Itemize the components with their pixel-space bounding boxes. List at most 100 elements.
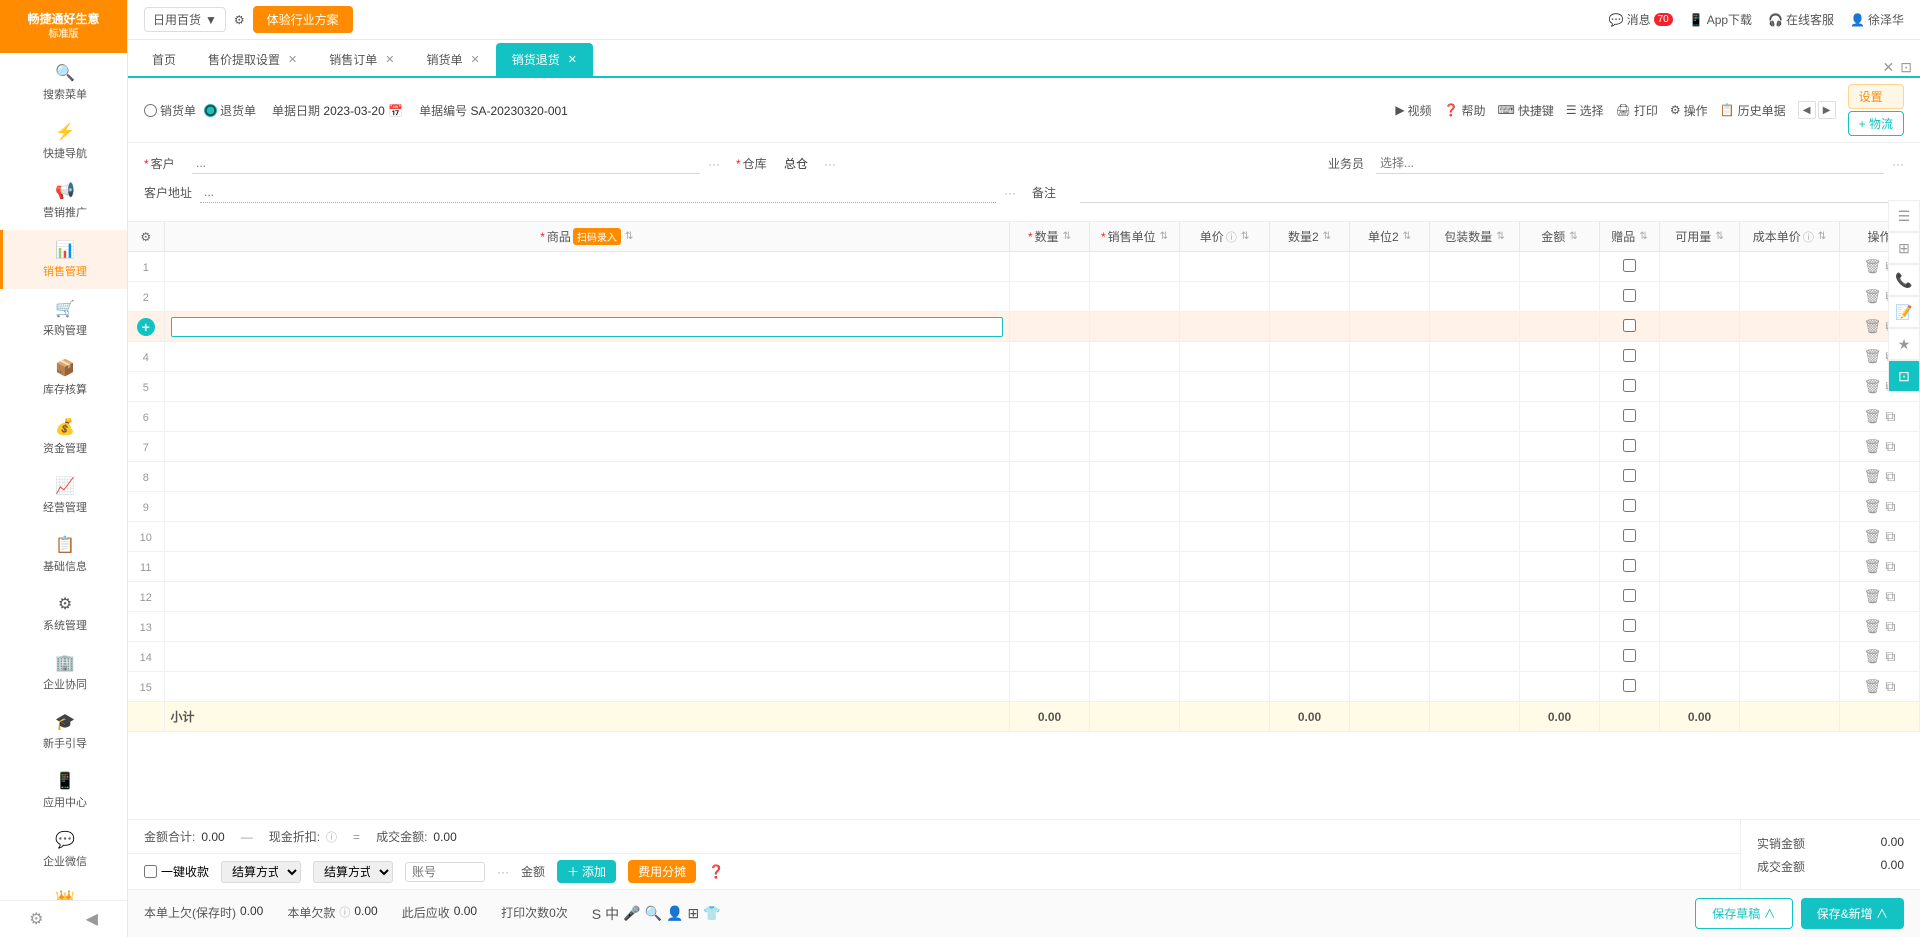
select-btn[interactable]: ☰ 选择 <box>1566 102 1604 119</box>
sidebar-item-newbie[interactable]: 🎓 新手引导 <box>0 702 127 761</box>
row-delete-btn[interactable]: 🗑 <box>1864 348 1882 364</box>
address-input[interactable] <box>200 182 996 203</box>
taskbar-search2-icon[interactable]: 🔍 <box>645 905 662 922</box>
tab-close-price[interactable]: ✕ <box>288 53 297 66</box>
row-delete-btn[interactable]: 🗑 <box>1864 648 1882 664</box>
row-copy-btn[interactable]: ⧉ <box>1885 618 1895 634</box>
tab-close-return[interactable]: ✕ <box>568 53 577 66</box>
one-key-payment-check[interactable]: 一键收款 <box>144 863 209 880</box>
debt-info-icon[interactable]: ⓘ <box>339 904 350 924</box>
sidebar-item-operation[interactable]: 📈 经营管理 <box>0 466 127 525</box>
sidebar-item-purchase[interactable]: 🛒 采购管理 <box>0 289 127 348</box>
gift-checkbox[interactable] <box>1623 319 1636 332</box>
taskbar-shirt-icon[interactable]: 👕 <box>703 905 720 922</box>
account-more-icon[interactable]: ··· <box>497 865 509 879</box>
window-close-icon[interactable]: ✕ <box>1883 59 1895 76</box>
row-delete-btn[interactable]: 🗑 <box>1864 498 1882 514</box>
payment-method-select[interactable]: 结算方式 <box>221 861 301 883</box>
gift-checkbox[interactable] <box>1623 559 1636 572</box>
sidebar-item-system[interactable]: ⚙ 系统管理 <box>0 584 127 643</box>
salesperson-more-icon[interactable]: ··· <box>1892 157 1904 171</box>
th-settings[interactable]: ⚙ <box>128 222 164 252</box>
fee-btn[interactable]: 费用分摊 <box>628 860 696 883</box>
row-delete-btn[interactable]: 🗑 <box>1864 588 1882 604</box>
sidebar-collapse-icon[interactable]: ◀ <box>86 909 98 929</box>
gift-checkbox[interactable] <box>1623 589 1636 602</box>
app-download-btn[interactable]: 📱 App下载 <box>1689 11 1752 28</box>
warehouse-more-icon[interactable]: ··· <box>824 157 836 171</box>
table-settings-icon[interactable]: ⚙ <box>140 230 151 244</box>
tab-home[interactable]: 首页 <box>136 43 192 76</box>
sidebar-item-enterprise[interactable]: 🏢 企业协同 <box>0 643 127 702</box>
settings-btn[interactable]: 设置 <box>1848 84 1904 109</box>
save-draft-btn[interactable]: 保存草稿 ∧ <box>1695 898 1792 929</box>
gift-checkbox[interactable] <box>1623 499 1636 512</box>
add-logistics-btn[interactable]: + 物流 <box>1848 111 1904 136</box>
gift-checkbox[interactable] <box>1623 529 1636 542</box>
gift-checkbox[interactable] <box>1623 259 1636 272</box>
row-copy-btn[interactable]: ⧉ <box>1885 648 1895 664</box>
prev-record-btn[interactable]: ◀ <box>1798 101 1816 119</box>
taskbar-s-icon[interactable]: S <box>592 906 601 922</box>
row-delete-btn[interactable]: 🗑 <box>1864 678 1882 694</box>
tab-sales-order[interactable]: 销售订单 ✕ <box>313 43 410 76</box>
sidebar-item-shortcut[interactable]: ⚡ 快捷导航 <box>0 112 127 171</box>
right-float-active-icon[interactable]: ⊡ <box>1888 360 1920 392</box>
row-delete-btn[interactable]: 🗑 <box>1864 618 1882 634</box>
row-copy-btn[interactable]: ⧉ <box>1885 528 1895 544</box>
customer-more-icon[interactable]: ··· <box>708 157 720 171</box>
product-input[interactable] <box>171 317 1004 337</box>
print-btn[interactable]: 🖨 打印 <box>1616 102 1658 119</box>
taskbar-person-icon[interactable]: 👤 <box>666 905 683 922</box>
sidebar-item-marketing[interactable]: 📢 营销推广 <box>0 171 127 230</box>
price-info-icon[interactable]: ⓘ <box>1226 229 1237 245</box>
row-copy-btn[interactable]: ⧉ <box>1885 408 1895 424</box>
message-btn[interactable]: 💬 消息 70 <box>1609 11 1673 28</box>
customer-input[interactable] <box>192 153 700 174</box>
date-picker-icon[interactable]: 📅 <box>388 104 403 118</box>
sidebar-item-basic[interactable]: 📋 基础信息 <box>0 525 127 584</box>
tab-price-setting[interactable]: 售价提取设置 ✕ <box>192 43 313 76</box>
sidebar-item-search[interactable]: 🔍 搜索菜单 <box>0 53 127 112</box>
row-delete-btn[interactable]: 🗑 <box>1864 408 1882 424</box>
sidebar-settings-icon[interactable]: ⚙ <box>29 909 43 929</box>
row-copy-btn[interactable]: ⧉ <box>1885 588 1895 604</box>
gift-checkbox[interactable] <box>1623 379 1636 392</box>
gift-checkbox[interactable] <box>1623 349 1636 362</box>
sidebar-item-apps[interactable]: 📱 应用中心 <box>0 761 127 820</box>
radio-sales[interactable]: 销货单 <box>144 102 196 119</box>
operation-btn[interactable]: ⚙ 操作 <box>1670 102 1708 119</box>
sidebar-item-member[interactable]: 👑 畅会员 <box>0 879 127 900</box>
module-select[interactable]: 日用百货 ▼ <box>144 7 226 32</box>
window-expand-icon[interactable]: ⊡ <box>1900 59 1912 76</box>
gift-checkbox[interactable] <box>1623 469 1636 482</box>
discount-info-icon[interactable]: ⓘ <box>326 829 337 845</box>
row-copy-btn[interactable]: ⧉ <box>1885 678 1895 694</box>
address-more-icon[interactable]: ··· <box>1004 186 1016 200</box>
row-copy-btn[interactable]: ⧉ <box>1885 558 1895 574</box>
row-copy-btn[interactable]: ⧉ <box>1885 468 1895 484</box>
user-avatar[interactable]: 👤 徐泽华 <box>1850 11 1904 28</box>
right-float-grid-icon[interactable]: ⊞ <box>1888 232 1920 264</box>
row-delete-btn[interactable]: 🗑 <box>1864 558 1882 574</box>
fee-info-icon[interactable]: ❓ <box>708 864 724 880</box>
add-row-btn[interactable]: + <box>137 318 155 336</box>
account-input[interactable] <box>405 862 485 882</box>
scan-badge[interactable]: 扫码录入 <box>573 228 621 245</box>
row-delete-btn[interactable]: 🗑 <box>1864 528 1882 544</box>
online-service-btn[interactable]: 🎧 在线客服 <box>1768 11 1834 28</box>
remark-input[interactable] <box>1080 182 1904 203</box>
video-btn[interactable]: ▶ 视频 <box>1395 102 1431 119</box>
tab-sales[interactable]: 销货单 ✕ <box>410 43 495 76</box>
row-copy-btn[interactable]: ⧉ <box>1885 498 1895 514</box>
gift-checkbox[interactable] <box>1623 289 1636 302</box>
cost-info-icon[interactable]: ⓘ <box>1803 229 1814 245</box>
calculation-method-select[interactable]: 结算方式 <box>313 861 393 883</box>
salesperson-input[interactable] <box>1376 153 1884 174</box>
taskbar-grid-icon[interactable]: ⊞ <box>687 905 699 922</box>
gift-checkbox[interactable] <box>1623 409 1636 422</box>
radio-return[interactable]: 退货单 <box>204 102 256 119</box>
sidebar-item-inventory[interactable]: 📦 库存核算 <box>0 348 127 407</box>
shortcut-key-btn[interactable]: ⌨ 快捷键 <box>1498 102 1554 119</box>
gift-checkbox[interactable] <box>1623 619 1636 632</box>
